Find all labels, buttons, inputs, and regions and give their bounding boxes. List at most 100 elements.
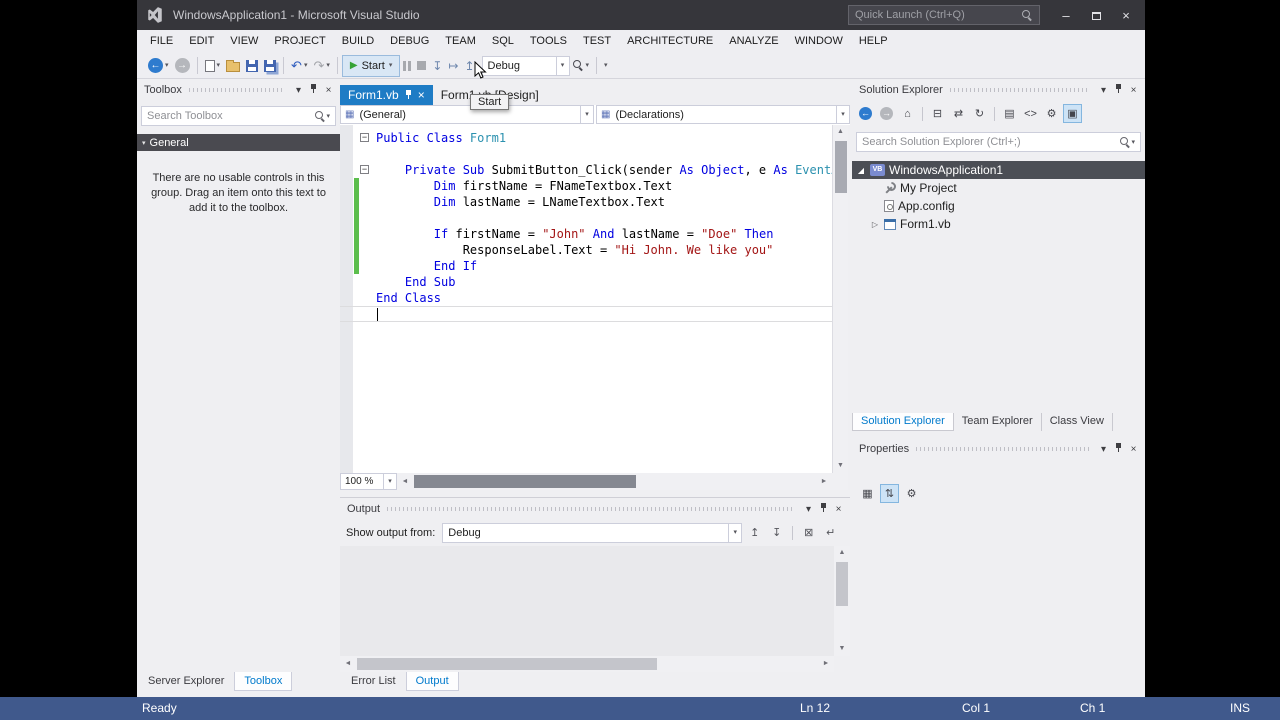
code-line[interactable]: Private Sub SubmitButton_Click(sender As… [340, 162, 832, 178]
code-line[interactable] [340, 210, 832, 226]
new-file-button[interactable]: ▾ [202, 55, 224, 77]
undo-button[interactable]: ↶ ▾ [288, 55, 310, 77]
panel-tab-team-explorer[interactable]: Team Explorer [954, 413, 1042, 431]
dock-tab-toolbox[interactable]: Toolbox [234, 672, 293, 691]
code-editor[interactable]: − − Public Class Form1 Private Sub Submit… [340, 125, 832, 473]
close-panel-button[interactable]: × [1126, 444, 1141, 455]
open-file-button[interactable] [223, 55, 243, 77]
close-panel-button[interactable]: × [1126, 85, 1141, 96]
refresh-button[interactable]: ↻ [970, 104, 989, 123]
scrollbar-thumb[interactable] [835, 141, 847, 193]
chevron-down-icon[interactable]: ▾ [326, 113, 330, 120]
menu-item-window[interactable]: WINDOW [787, 30, 851, 53]
scroll-down-icon[interactable]: ▼ [834, 642, 850, 656]
view-code-button[interactable]: <> [1021, 104, 1040, 123]
pin-button[interactable] [1111, 442, 1126, 457]
next-message-button[interactable]: ↧ [767, 523, 786, 542]
chevron-down-icon[interactable]: ▾ [383, 474, 396, 489]
window-position-button[interactable]: ▾ [291, 85, 306, 96]
solution-explorer-search-input[interactable] [862, 136, 1121, 148]
tree-item[interactable]: My Project [852, 179, 1145, 197]
menu-item-help[interactable]: HELP [851, 30, 896, 53]
editor-vertical-scrollbar[interactable]: ▲ ▼ [832, 125, 848, 473]
chevron-down-icon[interactable]: ▾ [165, 62, 169, 69]
dock-tab-server-explorer[interactable]: Server Explorer [139, 672, 233, 690]
chevron-down-icon[interactable]: ▾ [555, 56, 569, 75]
categorized-button[interactable]: ▦ [858, 484, 877, 503]
menu-item-architecture[interactable]: ARCHITECTURE [619, 30, 721, 53]
menu-item-analyze[interactable]: ANALYZE [721, 30, 786, 53]
minimize-button[interactable]: – [1051, 8, 1081, 23]
tree-item[interactable]: ◢ VB WindowsApplication1 [852, 161, 1145, 179]
property-pages-button[interactable]: ⚙ [902, 484, 921, 503]
navigate-forward-button[interactable]: → [172, 55, 193, 77]
toolbar-options-button[interactable]: ▾ [601, 55, 611, 77]
quick-launch-box[interactable] [848, 5, 1040, 25]
drag-grip[interactable] [949, 88, 1089, 92]
scroll-left-icon[interactable]: ◄ [397, 473, 413, 490]
chevron-down-icon[interactable]: ▾ [580, 106, 593, 123]
properties-button[interactable]: ⚙ [1042, 104, 1061, 123]
quick-launch-input[interactable] [855, 9, 1022, 21]
se-forward-button[interactable]: → [877, 104, 896, 123]
code-line[interactable]: End Class [340, 290, 832, 306]
code-line[interactable]: If firstName = "John" And lastName = "Do… [340, 226, 832, 242]
expander-icon[interactable]: ▷ [870, 220, 880, 229]
panel-tab-class-view[interactable]: Class View [1042, 413, 1113, 431]
code-line[interactable]: Dim firstName = FNameTextbox.Text [340, 178, 832, 194]
scroll-down-icon[interactable]: ▼ [833, 459, 848, 473]
scrollbar-thumb[interactable] [414, 475, 636, 488]
toolbox-search-input[interactable] [147, 110, 316, 122]
word-wrap-button[interactable]: ↵ [821, 523, 840, 542]
pin-button[interactable] [306, 83, 321, 98]
output-vertical-scrollbar[interactable]: ▲ ▼ [834, 546, 850, 656]
code-line[interactable] [340, 306, 832, 322]
toolbox-group-general[interactable]: ▾ General [137, 134, 340, 151]
sync-with-active-document-button[interactable]: ⇄ [949, 104, 968, 123]
menu-item-file[interactable]: FILE [142, 30, 181, 53]
pin-button[interactable] [816, 502, 831, 517]
editor-zoom-combobox[interactable]: 100 % ▾ [340, 473, 397, 490]
code-line[interactable]: End Sub [340, 274, 832, 290]
tree-item[interactable]: ▷ Form1.vb [852, 215, 1145, 233]
menu-item-team[interactable]: TEAM [437, 30, 484, 53]
editor-tab[interactable]: Form1.vb × [340, 85, 433, 105]
chevron-down-icon[interactable]: ▾ [304, 62, 308, 69]
close-panel-button[interactable]: × [321, 85, 336, 96]
stop-button[interactable] [414, 55, 429, 77]
step-into-button[interactable]: ↧ [429, 55, 445, 77]
scroll-right-icon[interactable]: ► [816, 473, 832, 490]
menu-item-view[interactable]: VIEW [222, 30, 266, 53]
menu-item-sql[interactable]: SQL [484, 30, 522, 53]
save-button[interactable] [243, 55, 261, 77]
close-button[interactable]: × [1111, 8, 1141, 23]
chevron-down-icon[interactable]: ▾ [728, 523, 741, 542]
pin-icon[interactable] [404, 89, 413, 101]
navigate-back-button[interactable]: ← ▾ [145, 55, 172, 77]
show-all-files-button[interactable]: ▤ [1000, 104, 1019, 123]
menu-item-tools[interactable]: TOOLS [522, 30, 575, 53]
scroll-up-icon[interactable]: ▲ [834, 546, 850, 560]
chevron-down-icon[interactable]: ▾ [586, 62, 590, 69]
start-debugging-button[interactable]: ▶ Start ▾ [341, 54, 401, 77]
solution-explorer-search-box[interactable]: ▾ [856, 132, 1141, 152]
se-home-button[interactable]: ⌂ [898, 104, 917, 123]
window-position-button[interactable]: ▾ [1096, 85, 1111, 96]
chevron-down-icon[interactable]: ▾ [1131, 139, 1135, 146]
drag-grip[interactable] [387, 507, 794, 511]
solution-configuration-combobox[interactable]: Debug ▾ [481, 55, 570, 76]
output-content[interactable] [340, 546, 834, 656]
chevron-down-icon[interactable]: ▾ [217, 62, 221, 69]
chevron-down-icon[interactable]: ▾ [326, 62, 330, 69]
close-icon[interactable]: × [418, 89, 425, 101]
scope-combobox[interactable]: ▦ (General) ▾ [340, 105, 594, 124]
step-over-button[interactable]: ↦ [445, 55, 461, 77]
maximize-button[interactable] [1081, 8, 1111, 23]
pause-button[interactable] [400, 55, 414, 77]
window-position-button[interactable]: ▾ [801, 504, 816, 515]
menu-item-project[interactable]: PROJECT [266, 30, 333, 53]
alphabetical-button[interactable]: ⇅ [880, 483, 899, 503]
clear-all-button[interactable]: ⊠ [799, 523, 818, 542]
toolbox-search-box[interactable]: ▾ [141, 106, 336, 126]
code-line[interactable]: End If [340, 258, 832, 274]
